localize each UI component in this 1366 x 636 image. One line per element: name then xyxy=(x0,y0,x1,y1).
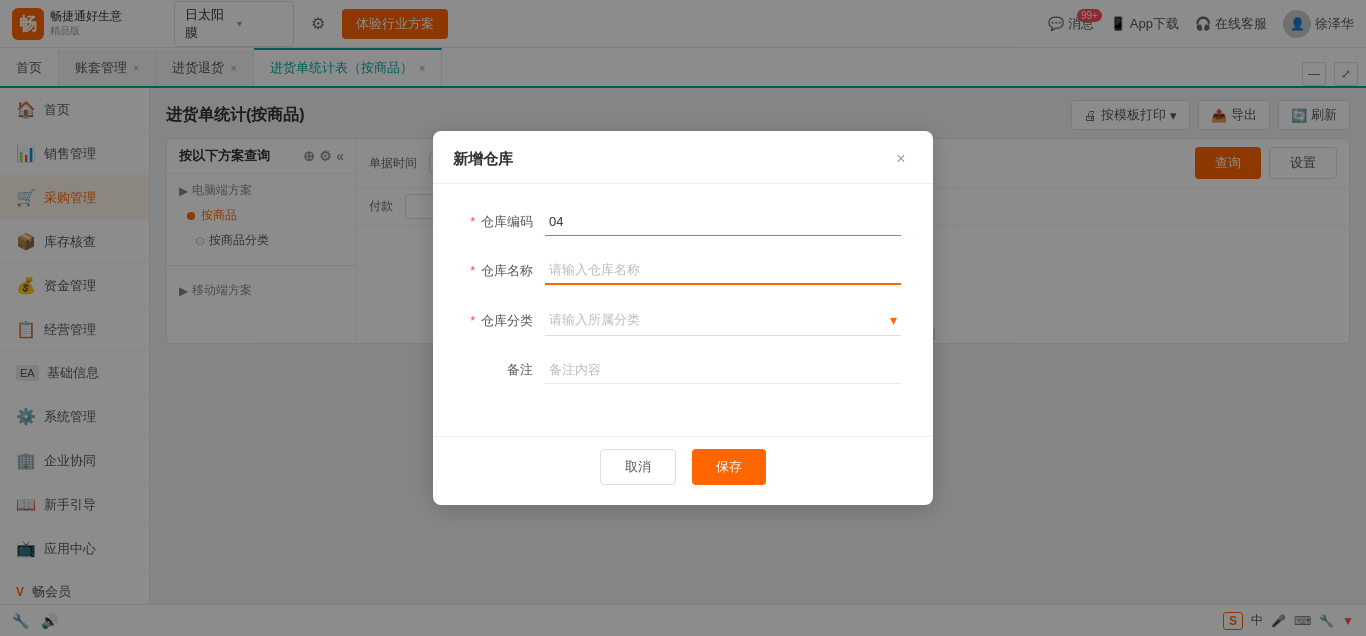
note-label-text: 备注 xyxy=(507,362,533,377)
category-placeholder: 请输入所属分类 xyxy=(549,311,890,329)
category-label-text: 仓库分类 xyxy=(481,313,533,328)
warehouse-name-input[interactable] xyxy=(545,256,901,285)
warehouse-category-select[interactable]: 请输入所属分类 ▾ xyxy=(545,305,901,336)
warehouse-note-label: 备注 xyxy=(465,361,545,379)
required-star-2: * xyxy=(470,263,475,278)
dialog-close-btn[interactable]: × xyxy=(889,147,913,171)
warehouse-code-input[interactable] xyxy=(545,208,901,236)
cancel-button[interactable]: 取消 xyxy=(600,449,676,485)
warehouse-code-row: * 仓库编码 xyxy=(465,208,901,236)
name-label-text: 仓库名称 xyxy=(481,263,533,278)
add-warehouse-dialog: 新增仓库 × * 仓库编码 * 仓库名称 xyxy=(433,131,933,505)
warehouse-note-input[interactable] xyxy=(545,356,901,384)
dialog-body: * 仓库编码 * 仓库名称 * 仓库分类 请输入 xyxy=(433,184,933,428)
warehouse-category-row: * 仓库分类 请输入所属分类 ▾ xyxy=(465,305,901,336)
required-star: * xyxy=(470,214,475,229)
warehouse-category-label: * 仓库分类 xyxy=(465,312,545,330)
warehouse-code-label: * 仓库编码 xyxy=(465,213,545,231)
code-label-text: 仓库编码 xyxy=(481,214,533,229)
required-star-3: * xyxy=(470,313,475,328)
dialog-footer: 取消 保存 xyxy=(433,436,933,505)
warehouse-name-label: * 仓库名称 xyxy=(465,262,545,280)
modal-overlay[interactable]: 新增仓库 × * 仓库编码 * 仓库名称 xyxy=(0,0,1366,636)
category-chevron-icon: ▾ xyxy=(890,312,897,328)
warehouse-name-row: * 仓库名称 xyxy=(465,256,901,285)
dialog-header: 新增仓库 × xyxy=(433,131,933,184)
save-button[interactable]: 保存 xyxy=(692,449,766,485)
dialog-title: 新增仓库 xyxy=(453,150,513,169)
warehouse-note-row: 备注 xyxy=(465,356,901,384)
